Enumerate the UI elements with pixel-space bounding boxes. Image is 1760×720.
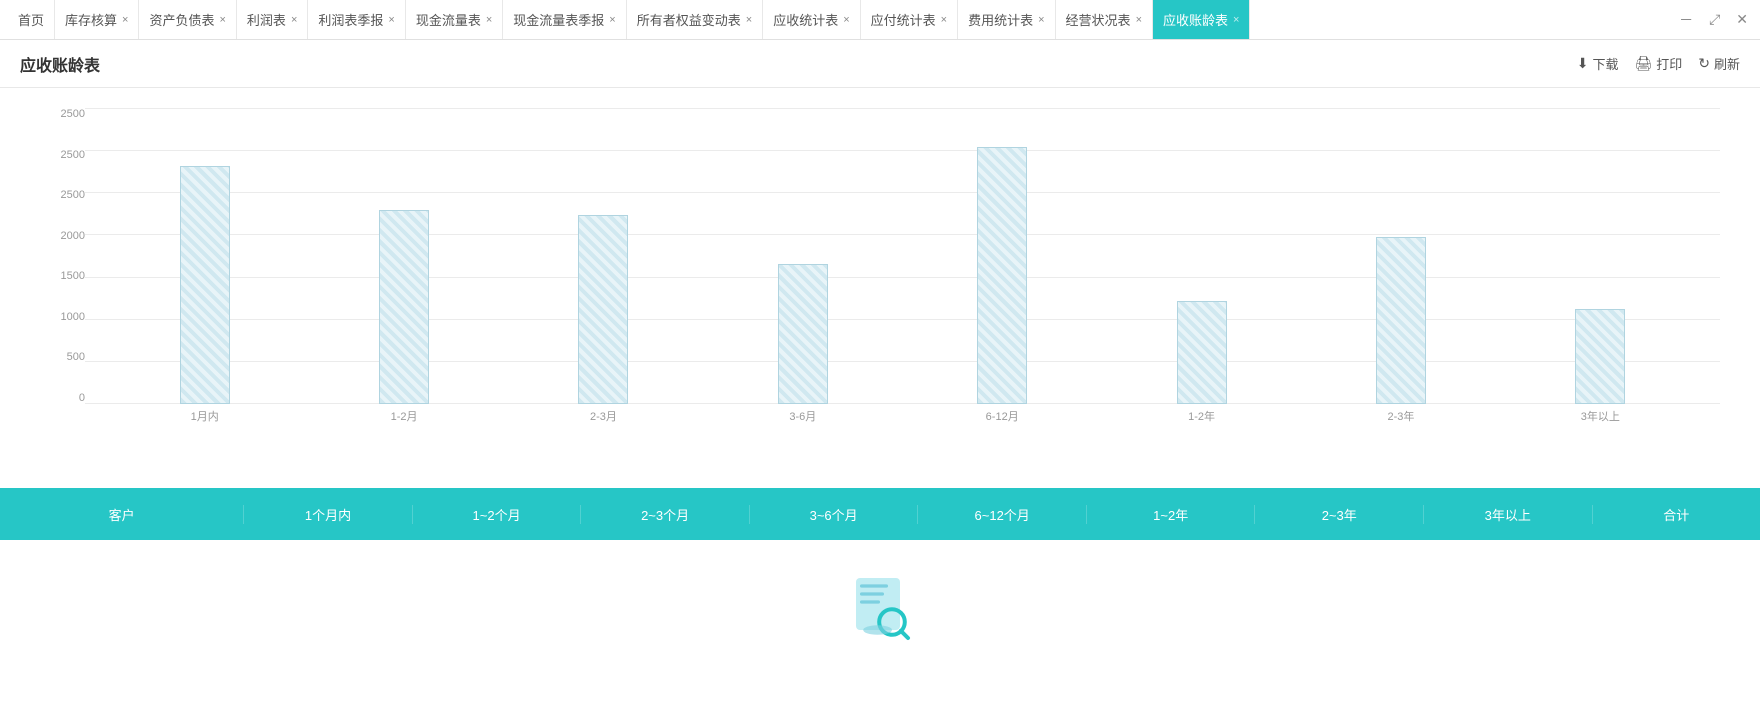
tab-close-operations[interactable]: × — [1136, 14, 1142, 26]
tab-close-ar-aging[interactable]: × — [1233, 14, 1239, 26]
maximize-button[interactable]: ⤢ — [1705, 9, 1724, 30]
bar — [1376, 237, 1426, 404]
x-label: 1-2年 — [1177, 404, 1227, 428]
tab-operations[interactable]: 经营状况表× — [1056, 0, 1153, 40]
print-button[interactable]: 🖨 打印 — [1634, 54, 1682, 73]
x-label: 1-2月 — [379, 404, 429, 428]
table-header-cell: 合计 — [1593, 505, 1760, 524]
table-header-cell: 6~12个月 — [918, 505, 1087, 524]
table-header-cell: 2~3年 — [1255, 505, 1424, 524]
window-controls: － ⤢ ✕ — [1675, 8, 1752, 32]
x-labels: 1月内 1-2月 2-3月 3-6月 6-12月 1-2年 2-3年 3年以上 — [85, 404, 1720, 428]
chart-body: 1月内 1-2月 2-3月 3-6月 6-12月 1-2年 2-3年 3年以上 — [85, 108, 1720, 428]
empty-state — [0, 540, 1760, 700]
bar-group — [977, 147, 1027, 404]
page-title: 应收账龄表 — [20, 52, 100, 76]
minimize-button[interactable]: － — [1675, 8, 1697, 32]
tab-cashflow[interactable]: 现金流量表× — [406, 0, 503, 40]
bar-chart: 2500 2500 2500 2000 1500 1000 500 0 1月内 1-2月 2-3月… — [40, 108, 1720, 428]
bar-group — [578, 215, 628, 404]
y-label: 1500 — [40, 270, 85, 282]
table-header-cell: 1~2年 — [1087, 505, 1256, 524]
refresh-button[interactable]: ↻ 刷新 — [1698, 54, 1740, 73]
x-label: 1月内 — [180, 404, 230, 428]
tab-cashflow-quarterly[interactable]: 现金流量表季报× — [503, 0, 626, 40]
header-actions: ⬇ 下载 🖨 打印 ↻ 刷新 — [1577, 54, 1740, 73]
y-label: 2500 — [40, 108, 85, 120]
tab-close-cashflow[interactable]: × — [486, 14, 492, 26]
bar — [180, 166, 230, 404]
download-icon: ⬇ — [1577, 55, 1589, 72]
bar — [379, 210, 429, 404]
tab-close-profit[interactable]: × — [291, 14, 297, 26]
table-header-cell: 2~3个月 — [581, 505, 750, 524]
x-label: 3年以上 — [1575, 404, 1625, 428]
chart-area: 2500 2500 2500 2000 1500 1000 500 0 1月内 1-2月 2-3月… — [0, 88, 1760, 488]
bar — [1575, 309, 1625, 404]
table-header-cell: 3~6个月 — [750, 505, 919, 524]
bar-group — [1376, 237, 1426, 404]
bar-group — [1177, 301, 1227, 404]
page-header: 应收账龄表 ⬇ 下载 🖨 打印 ↻ 刷新 — [0, 40, 1760, 88]
tab-equity[interactable]: 所有者权益变动表× — [627, 0, 763, 40]
close-button[interactable]: ✕ — [1732, 9, 1752, 30]
bar — [977, 147, 1027, 404]
main-content: 2500 2500 2500 2000 1500 1000 500 0 1月内 1-2月 2-3月… — [0, 88, 1760, 720]
y-axis: 2500 2500 2500 2000 1500 1000 500 0 — [40, 108, 85, 428]
bar-group — [778, 264, 828, 404]
bar — [778, 264, 828, 404]
print-icon: 🖨 — [1634, 55, 1652, 72]
tab-balance[interactable]: 资产负债表× — [139, 0, 236, 40]
y-label: 2000 — [40, 230, 85, 242]
tab-expense-stat[interactable]: 费用统计表× — [958, 0, 1055, 40]
table-header-cell: 客户 — [0, 505, 244, 524]
tab-close-ap-stat[interactable]: × — [941, 14, 947, 26]
tab-bar: 首页库存核算×资产负债表×利润表×利润表季报×现金流量表×现金流量表季报×所有者… — [0, 0, 1760, 40]
table-header-cell: 3年以上 — [1424, 505, 1593, 524]
tab-close-ar-stat[interactable]: × — [843, 14, 849, 26]
tab-ar-aging[interactable]: 应收账龄表× — [1153, 0, 1250, 40]
tab-close-balance[interactable]: × — [219, 14, 225, 26]
tab-inventory[interactable]: 库存核算× — [55, 0, 139, 40]
bar-group — [1575, 309, 1625, 404]
table-header: 客户1个月内1~2个月2~3个月3~6个月6~12个月1~2年2~3年3年以上合… — [0, 488, 1760, 540]
table-header-cell: 1个月内 — [244, 505, 413, 524]
tab-ap-stat[interactable]: 应付统计表× — [861, 0, 958, 40]
tab-close-expense-stat[interactable]: × — [1038, 14, 1044, 26]
y-label: 0 — [40, 392, 85, 404]
x-label: 6-12月 — [977, 404, 1027, 428]
bar — [578, 215, 628, 404]
bar-group — [379, 210, 429, 404]
y-label: 1000 — [40, 311, 85, 323]
tab-ar-stat[interactable]: 应收统计表× — [763, 0, 860, 40]
tab-close-equity[interactable]: × — [746, 14, 752, 26]
x-label: 2-3年 — [1376, 404, 1426, 428]
bar — [1177, 301, 1227, 404]
tab-close-profit-quarterly[interactable]: × — [388, 14, 394, 26]
y-label: 500 — [40, 351, 85, 363]
y-label: 2500 — [40, 189, 85, 201]
bars-container — [85, 108, 1720, 404]
tab-close-cashflow-quarterly[interactable]: × — [609, 14, 615, 26]
table-header-cell: 1~2个月 — [413, 505, 582, 524]
y-label: 2500 — [40, 149, 85, 161]
refresh-icon: ↻ — [1698, 55, 1710, 72]
tab-home[interactable]: 首页 — [8, 0, 55, 40]
empty-icon — [840, 570, 920, 650]
x-label: 2-3月 — [578, 404, 628, 428]
tab-profit-quarterly[interactable]: 利润表季报× — [308, 0, 405, 40]
bar-group — [180, 166, 230, 404]
x-label: 3-6月 — [778, 404, 828, 428]
tab-close-inventory[interactable]: × — [122, 14, 128, 26]
tab-profit[interactable]: 利润表× — [237, 0, 308, 40]
download-button[interactable]: ⬇ 下载 — [1577, 54, 1619, 73]
